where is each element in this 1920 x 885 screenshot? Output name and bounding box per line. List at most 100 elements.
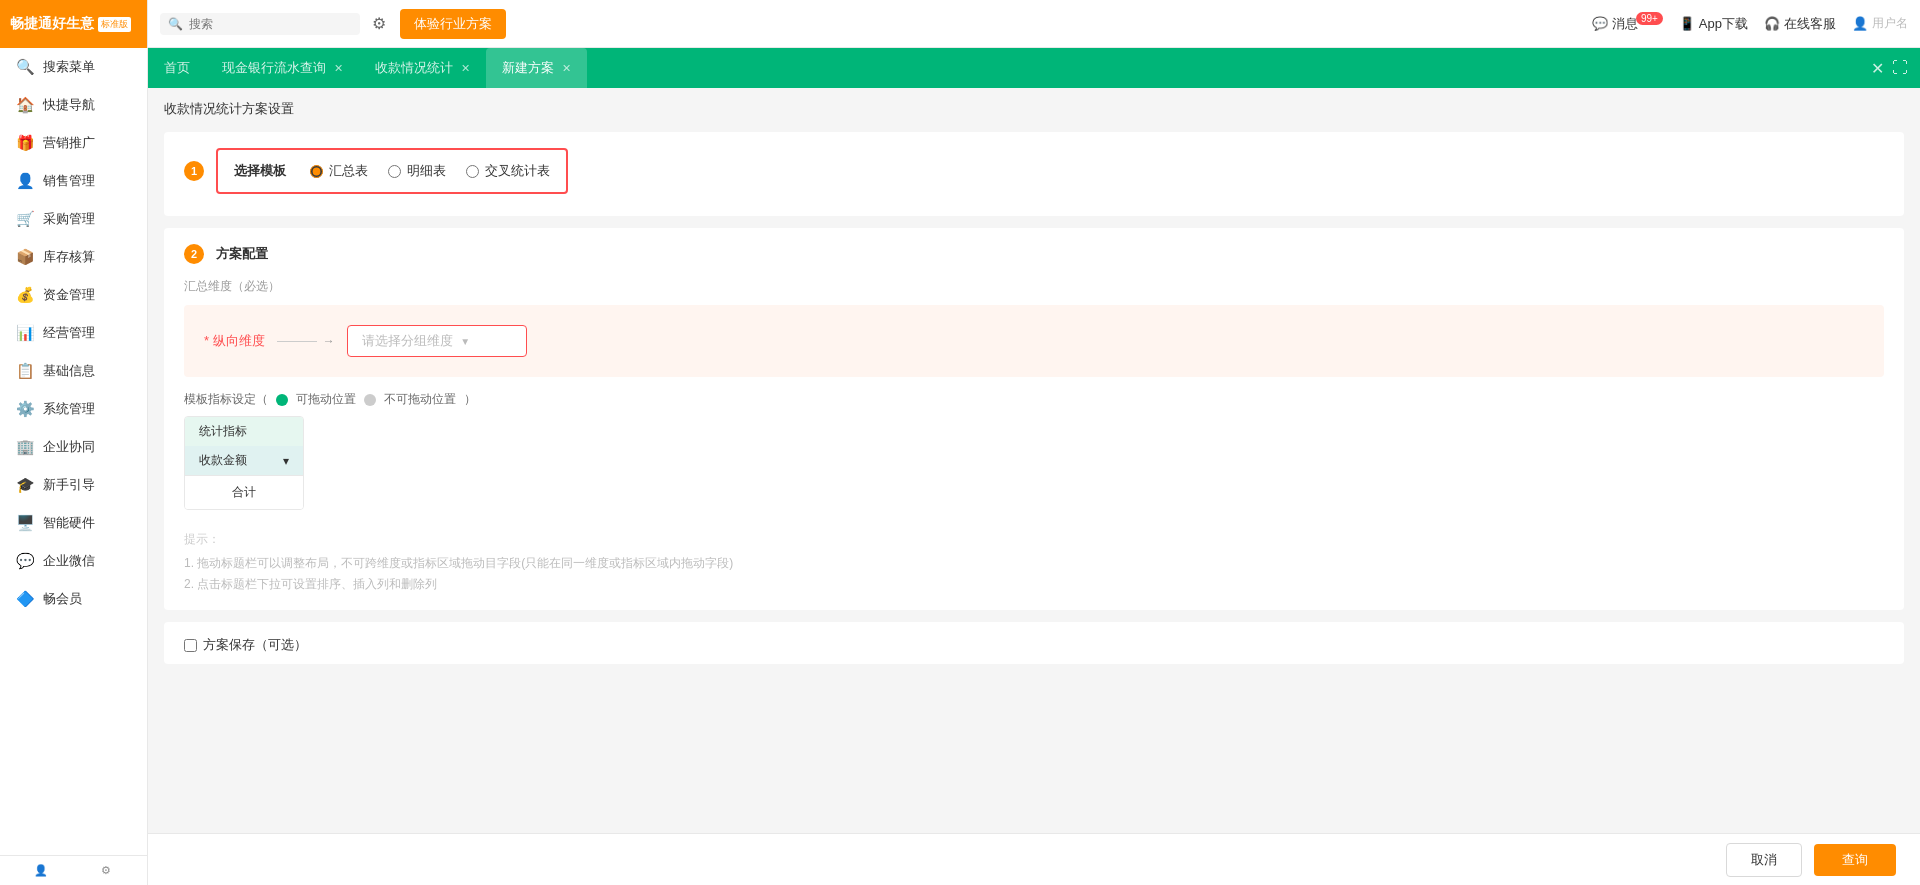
dimension-select-dropdown[interactable]: 请选择分组维度 ▼ bbox=[347, 325, 527, 357]
save-section: 方案保存（可选） bbox=[164, 622, 1904, 664]
step1-label: 选择模板 bbox=[234, 162, 286, 180]
tips-item2: 2. 点击标题栏下拉可设置排序、插入列和删除列 bbox=[184, 574, 1884, 594]
user-info[interactable]: 👤 用户名 bbox=[1852, 15, 1908, 32]
logo-badge: 标准版 bbox=[98, 17, 131, 32]
settings-gear-icon[interactable]: ⚙ bbox=[372, 14, 386, 33]
service-icon: 🎧 bbox=[1764, 16, 1780, 31]
logo-text: 畅捷通好生意 bbox=[10, 15, 94, 33]
col1-dropdown-icon: ▾ bbox=[283, 454, 289, 468]
wechat-icon: 💬 bbox=[16, 552, 35, 570]
radio-cross[interactable]: 交叉统计表 bbox=[466, 162, 550, 180]
marketing-icon: 🎁 bbox=[16, 134, 35, 152]
online-service-button[interactable]: 🎧 在线客服 bbox=[1764, 15, 1836, 33]
tab-new-plan-label: 新建方案 bbox=[502, 48, 554, 88]
sidebar-item-basic-info[interactable]: 📋 基础信息 bbox=[0, 352, 147, 390]
movable-label: 可拖动位置 bbox=[296, 391, 356, 408]
sidebar-item-wechat[interactable]: 💬 企业微信 bbox=[0, 542, 147, 580]
radio-cross-label: 交叉统计表 bbox=[485, 162, 550, 180]
cancel-button[interactable]: 取消 bbox=[1726, 843, 1802, 877]
maximize-icon[interactable]: ⛶ bbox=[1892, 59, 1908, 78]
tips-title: 提示： bbox=[184, 529, 1884, 549]
save-checkbox[interactable] bbox=[184, 639, 197, 652]
col1-header[interactable]: 收款金额 ▾ bbox=[185, 446, 303, 475]
dimension-section-title: 汇总维度（必选） bbox=[184, 278, 1884, 295]
system-icon: ⚙️ bbox=[16, 400, 35, 418]
indicator-group-label: 统计指标 bbox=[199, 423, 247, 440]
fixed-label: 不可拖动位置 bbox=[384, 391, 456, 408]
step1-section: 1 选择模板 汇总表 明细表 交叉统 bbox=[164, 132, 1904, 216]
user-icon: 👤 bbox=[1852, 16, 1868, 31]
trial-button[interactable]: 体验行业方案 bbox=[400, 9, 506, 39]
inventory-icon: 📦 bbox=[16, 248, 35, 266]
radio-summary[interactable]: 汇总表 bbox=[310, 162, 368, 180]
vertical-dimension-row: * 纵向维度 → 请选择分组维度 ▼ bbox=[204, 325, 1864, 357]
tab-receipt-stats-close[interactable]: ✕ bbox=[461, 48, 470, 88]
download-icon: 📱 bbox=[1679, 16, 1695, 31]
tab-new-plan-close[interactable]: ✕ bbox=[562, 48, 571, 88]
main-area: 🔍 ⚙ 体验行业方案 💬 消息 99+ 📱 App下载 🎧 在线客服 👤 用户名 bbox=[148, 0, 1920, 885]
search-menu-icon: 🔍 bbox=[16, 58, 35, 76]
sidebar-item-finance[interactable]: 💰 资金管理 bbox=[0, 276, 147, 314]
sidebar-user-avatar[interactable]: 👤 bbox=[8, 864, 74, 877]
message-button[interactable]: 💬 消息 99+ bbox=[1592, 15, 1663, 33]
topbar: 🔍 ⚙ 体验行业方案 💬 消息 99+ 📱 App下载 🎧 在线客服 👤 用户名 bbox=[148, 0, 1920, 48]
tab-home[interactable]: 首页 bbox=[152, 48, 206, 88]
sidebar-item-marketing[interactable]: 🎁 营销推广 bbox=[0, 124, 147, 162]
step2-section: 2 方案配置 汇总维度（必选） * 纵向维度 → 请选择分组维度 ▼ bbox=[164, 228, 1904, 610]
radio-detail[interactable]: 明细表 bbox=[388, 162, 446, 180]
step1-header: 1 选择模板 汇总表 明细表 交叉统 bbox=[184, 148, 1884, 194]
sidebar-item-enterprise[interactable]: 🏢 企业协同 bbox=[0, 428, 147, 466]
close-tab-icon[interactable]: ✕ bbox=[1871, 59, 1884, 78]
app-download-button[interactable]: 📱 App下载 bbox=[1679, 15, 1748, 33]
query-button[interactable]: 查询 bbox=[1814, 844, 1896, 876]
sidebar-settings[interactable]: ⚙ bbox=[74, 864, 140, 877]
sidebar-item-inventory[interactable]: 📦 库存核算 bbox=[0, 238, 147, 276]
sidebar-item-label: 快捷导航 bbox=[43, 96, 95, 114]
tab-receipt-stats[interactable]: 收款情况统计 ✕ bbox=[359, 48, 486, 88]
operation-icon: 📊 bbox=[16, 324, 35, 342]
sidebar-item-label: 新手引导 bbox=[43, 476, 95, 494]
page-title: 收款情况统计方案设置 bbox=[164, 100, 1904, 118]
sidebar-item-operation[interactable]: 📊 经营管理 bbox=[0, 314, 147, 352]
sidebar-item-search-menu[interactable]: 🔍 搜索菜单 bbox=[0, 48, 147, 86]
download-label: App下载 bbox=[1699, 15, 1748, 33]
sidebar-item-hardware[interactable]: 🖥️ 智能硬件 bbox=[0, 504, 147, 542]
radio-summary-input[interactable] bbox=[310, 165, 323, 178]
step2-badge: 2 bbox=[184, 244, 204, 264]
fixed-indicator-dot bbox=[364, 394, 376, 406]
tab-home-label: 首页 bbox=[164, 48, 190, 88]
logo: 畅捷通好生意 标准版 bbox=[0, 0, 147, 48]
radio-summary-label: 汇总表 bbox=[329, 162, 368, 180]
template-selector: 选择模板 汇总表 明细表 交叉统计表 bbox=[216, 148, 568, 194]
search-input[interactable] bbox=[189, 17, 339, 31]
topbar-right: 💬 消息 99+ 📱 App下载 🎧 在线客服 👤 用户名 bbox=[1592, 15, 1908, 33]
sales-icon: 👤 bbox=[16, 172, 35, 190]
message-icon: 💬 bbox=[1592, 16, 1608, 31]
save-label: 方案保存（可选） bbox=[203, 636, 307, 654]
tab-bank-flow-close[interactable]: ✕ bbox=[334, 48, 343, 88]
sidebar-item-system[interactable]: ⚙️ 系统管理 bbox=[0, 390, 147, 428]
sidebar-item-label: 企业协同 bbox=[43, 438, 95, 456]
sidebar-item-label: 基础信息 bbox=[43, 362, 95, 380]
sidebar-item-guide[interactable]: 🎓 新手引导 bbox=[0, 466, 147, 504]
sidebar-item-label: 经营管理 bbox=[43, 324, 95, 342]
col1-sub-label: 合计 bbox=[232, 485, 256, 499]
sidebar-item-purchase[interactable]: 🛒 采购管理 bbox=[0, 200, 147, 238]
tab-new-plan[interactable]: 新建方案 ✕ bbox=[486, 48, 587, 88]
sidebar-item-member[interactable]: 🔷 畅会员 bbox=[0, 580, 147, 618]
sidebar-item-quick-nav[interactable]: 🏠 快捷导航 bbox=[0, 86, 147, 124]
radio-cross-input[interactable] bbox=[466, 165, 479, 178]
tips-item1: 1. 拖动标题栏可以调整布局，不可跨维度或指标区域拖动目字段(只能在同一维度或指… bbox=[184, 553, 1884, 573]
message-badge: 99+ bbox=[1636, 12, 1663, 25]
sidebar-item-sales[interactable]: 👤 销售管理 bbox=[0, 162, 147, 200]
radio-detail-input[interactable] bbox=[388, 165, 401, 178]
guide-icon: 🎓 bbox=[16, 476, 35, 494]
indicator-table: 统计指标 收款金额 ▾ 合计 bbox=[184, 416, 304, 510]
sidebar-item-label: 畅会员 bbox=[43, 590, 82, 608]
save-row: 方案保存（可选） bbox=[184, 636, 1884, 654]
tab-bank-flow[interactable]: 现金银行流水查询 ✕ bbox=[206, 48, 359, 88]
search-icon: 🔍 bbox=[168, 17, 183, 31]
search-box[interactable]: 🔍 bbox=[160, 13, 360, 35]
hardware-icon: 🖥️ bbox=[16, 514, 35, 532]
enterprise-icon: 🏢 bbox=[16, 438, 35, 456]
